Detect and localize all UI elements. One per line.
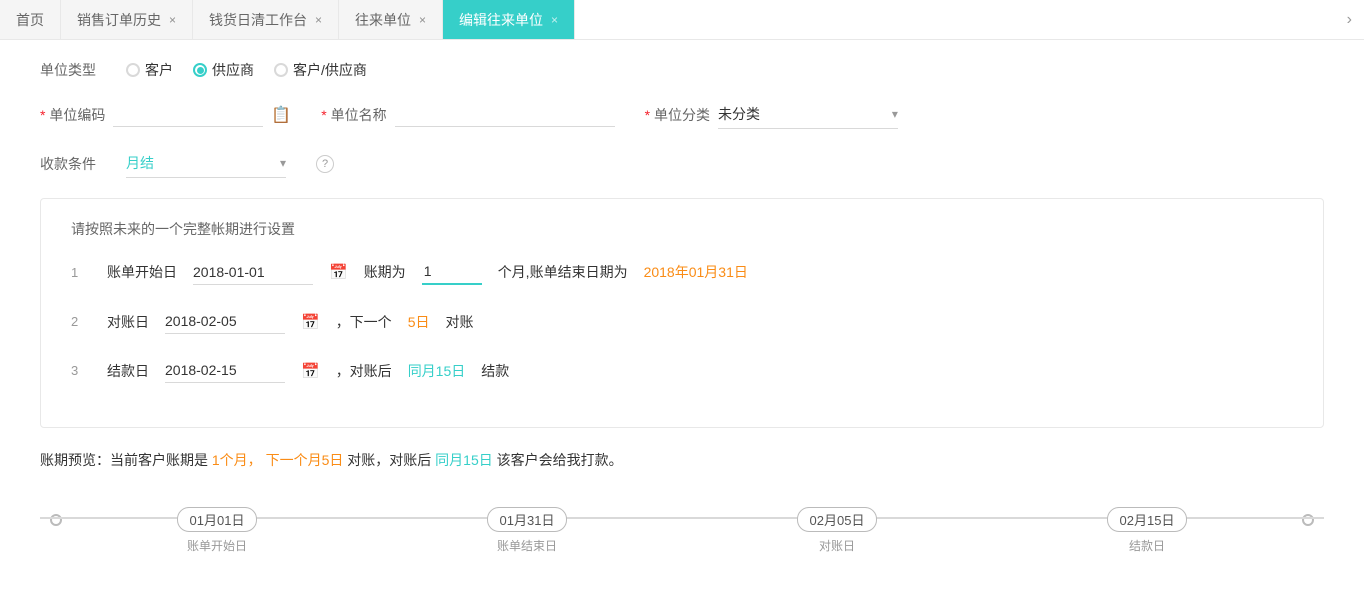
reconcile-date-input[interactable] <box>165 309 285 334</box>
radio-customer[interactable]: 客户 <box>126 60 173 80</box>
payment-terms-row: 收款条件 月结 ▾ ? <box>40 149 1324 178</box>
timeline-label-4: 结款日 <box>1129 537 1165 554</box>
code-name-category-row: 单位编码 000001 📋 单位名称 河南供应商22 单位分类 未分类 ▾ <box>40 100 1324 129</box>
unit-type-row: 单位类型 客户 供应商 客户/供应商 <box>40 60 1324 80</box>
timeline-badge-1: 01月01日 <box>177 507 258 532</box>
copy-icon[interactable]: 📋 <box>271 105 291 125</box>
reconcile-suffix-post: 对账 <box>445 312 473 332</box>
panel-description: 请按照未来的一个完整帐期进行设置 <box>71 219 1293 239</box>
reconcile-highlight: 5日 <box>408 312 430 332</box>
timeline-badge-4: 02月15日 <box>1107 507 1188 532</box>
chevron-down-icon: ▾ <box>892 107 898 121</box>
timeline-badge-3: 02月05日 <box>797 507 878 532</box>
period-input[interactable] <box>422 259 482 285</box>
period-prefix: 账期为 <box>364 262 406 282</box>
unit-code-input[interactable]: 000001 <box>113 102 263 127</box>
timeline-node-2: 01月31日 账单结束日 <box>487 507 568 532</box>
timeline-badge-2: 01月31日 <box>487 507 568 532</box>
tab-partners[interactable]: 往来单位 × <box>339 0 443 39</box>
tab-label-home: 首页 <box>16 10 44 30</box>
radio-supplier[interactable]: 供应商 <box>193 60 254 80</box>
radio-supplier-label: 供应商 <box>212 60 254 80</box>
timeline-node-4: 02月15日 结款日 <box>1107 507 1188 532</box>
unit-category-dropdown[interactable]: 未分类 ▾ <box>718 100 898 129</box>
preview-suffix: 该客户会给我打款。 <box>497 452 623 468</box>
setting-label-reconcile: 对账日 <box>107 312 149 332</box>
calendar-icon-1[interactable]: 📅 <box>329 263 348 281</box>
tab-close-sales-history[interactable]: × <box>169 13 176 27</box>
tab-scroll-right-icon[interactable]: › <box>1335 0 1364 39</box>
tab-label-edit-partner: 编辑往来单位 <box>459 10 543 30</box>
radio-both-circle <box>274 63 288 77</box>
setting-index-2: 2 <box>71 314 91 329</box>
tabs-bar: 首页 销售订单历史 × 钱货日清工作台 × 往来单位 × 编辑往来单位 × › <box>0 0 1364 40</box>
setting-row-2: 2 对账日 📅 ，下一个 5日 对账 <box>71 309 1293 334</box>
payment-suffix-pre: ，对账后 <box>336 361 392 381</box>
timeline-end-dot <box>1302 514 1314 526</box>
tab-close-cash-work[interactable]: × <box>315 13 322 27</box>
tab-edit-partner[interactable]: 编辑往来单位 × <box>443 0 575 39</box>
timeline-label-2: 账单结束日 <box>497 537 557 554</box>
period-suffix: 个月,账单结束日期为 <box>498 262 628 282</box>
radio-supplier-circle <box>193 63 207 77</box>
unit-type-label: 单位类型 <box>40 60 96 80</box>
radio-customer-label: 客户 <box>145 60 173 80</box>
tab-label-cash-work: 钱货日清工作台 <box>209 10 307 30</box>
main-content: 单位类型 客户 供应商 客户/供应商 单位编码 000001 📋 单位名称 河南… <box>0 40 1364 608</box>
preview-part4: 同月15日 <box>435 452 493 468</box>
tab-close-edit-partner[interactable]: × <box>551 13 558 27</box>
preview-section: 账期预览：当前客户账期是 1个月， 下一个月5日 对账，对账后 同月15日 该客… <box>40 448 1324 473</box>
reconcile-suffix-pre: ，下一个 <box>336 312 392 332</box>
radio-both[interactable]: 客户/供应商 <box>274 60 367 80</box>
timeline-node-1: 01月01日 账单开始日 <box>177 507 258 532</box>
setting-index-1: 1 <box>71 265 91 280</box>
help-icon[interactable]: ? <box>316 155 334 173</box>
payment-highlight: 同月15日 <box>408 361 466 381</box>
timeline-start-dot <box>50 514 62 526</box>
timeline-node-3: 02月05日 对账日 <box>797 507 878 532</box>
setting-label-start-date: 账单开始日 <box>107 262 177 282</box>
tab-close-partners[interactable]: × <box>419 13 426 27</box>
payment-terms-label: 收款条件 <box>40 154 96 174</box>
radio-both-label: 客户/供应商 <box>293 60 367 80</box>
payment-terms-value: 月结 <box>126 153 154 173</box>
setting-label-payment: 结款日 <box>107 361 149 381</box>
payment-terms-dropdown[interactable]: 月结 ▾ <box>126 149 286 178</box>
unit-code-label: 单位编码 <box>40 105 105 125</box>
preview-prefix: 账期预览：当前客户账期是 <box>40 452 208 468</box>
unit-code-group: 单位编码 000001 📋 <box>40 102 291 127</box>
timeline-label-3: 对账日 <box>819 537 855 554</box>
calendar-icon-2[interactable]: 📅 <box>301 313 320 331</box>
payment-suffix-post: 结款 <box>481 361 509 381</box>
timeline: 01月01日 账单开始日 01月31日 账单结束日 02月05日 对账日 02月… <box>40 497 1324 562</box>
settings-panel: 请按照未来的一个完整帐期进行设置 1 账单开始日 📅 账期为 个月,账单结束日期… <box>40 198 1324 428</box>
end-date-highlight: 2018年01月31日 <box>644 262 748 282</box>
unit-type-radio-group: 客户 供应商 客户/供应商 <box>126 60 367 80</box>
payment-terms-chevron-icon: ▾ <box>280 156 286 170</box>
start-date-input[interactable] <box>193 260 313 285</box>
unit-name-group: 单位名称 河南供应商22 <box>321 102 614 127</box>
tab-label-sales-history: 销售订单历史 <box>77 10 161 30</box>
unit-category-group: 单位分类 未分类 ▾ <box>645 100 898 129</box>
unit-category-label: 单位分类 <box>645 105 710 125</box>
tab-cash-work[interactable]: 钱货日清工作台 × <box>193 0 339 39</box>
preview-part3: 对账，对账后 <box>347 452 431 468</box>
tab-label-partners: 往来单位 <box>355 10 411 30</box>
preview-part2: 下一个月5日 <box>266 452 344 468</box>
unit-name-label: 单位名称 <box>321 105 386 125</box>
unit-name-input[interactable]: 河南供应商22 <box>395 102 615 127</box>
setting-index-3: 3 <box>71 363 91 378</box>
setting-row-3: 3 结款日 📅 ，对账后 同月15日 结款 <box>71 358 1293 383</box>
preview-part1: 1个月， <box>212 452 262 468</box>
unit-category-value: 未分类 <box>718 104 838 124</box>
payment-date-input[interactable] <box>165 358 285 383</box>
setting-row-1: 1 账单开始日 📅 账期为 个月,账单结束日期为 2018年01月31日 <box>71 259 1293 285</box>
radio-customer-circle <box>126 63 140 77</box>
calendar-icon-3[interactable]: 📅 <box>301 362 320 380</box>
tab-sales-history[interactable]: 销售订单历史 × <box>61 0 193 39</box>
timeline-label-1: 账单开始日 <box>187 537 247 554</box>
tab-home[interactable]: 首页 <box>0 0 61 39</box>
